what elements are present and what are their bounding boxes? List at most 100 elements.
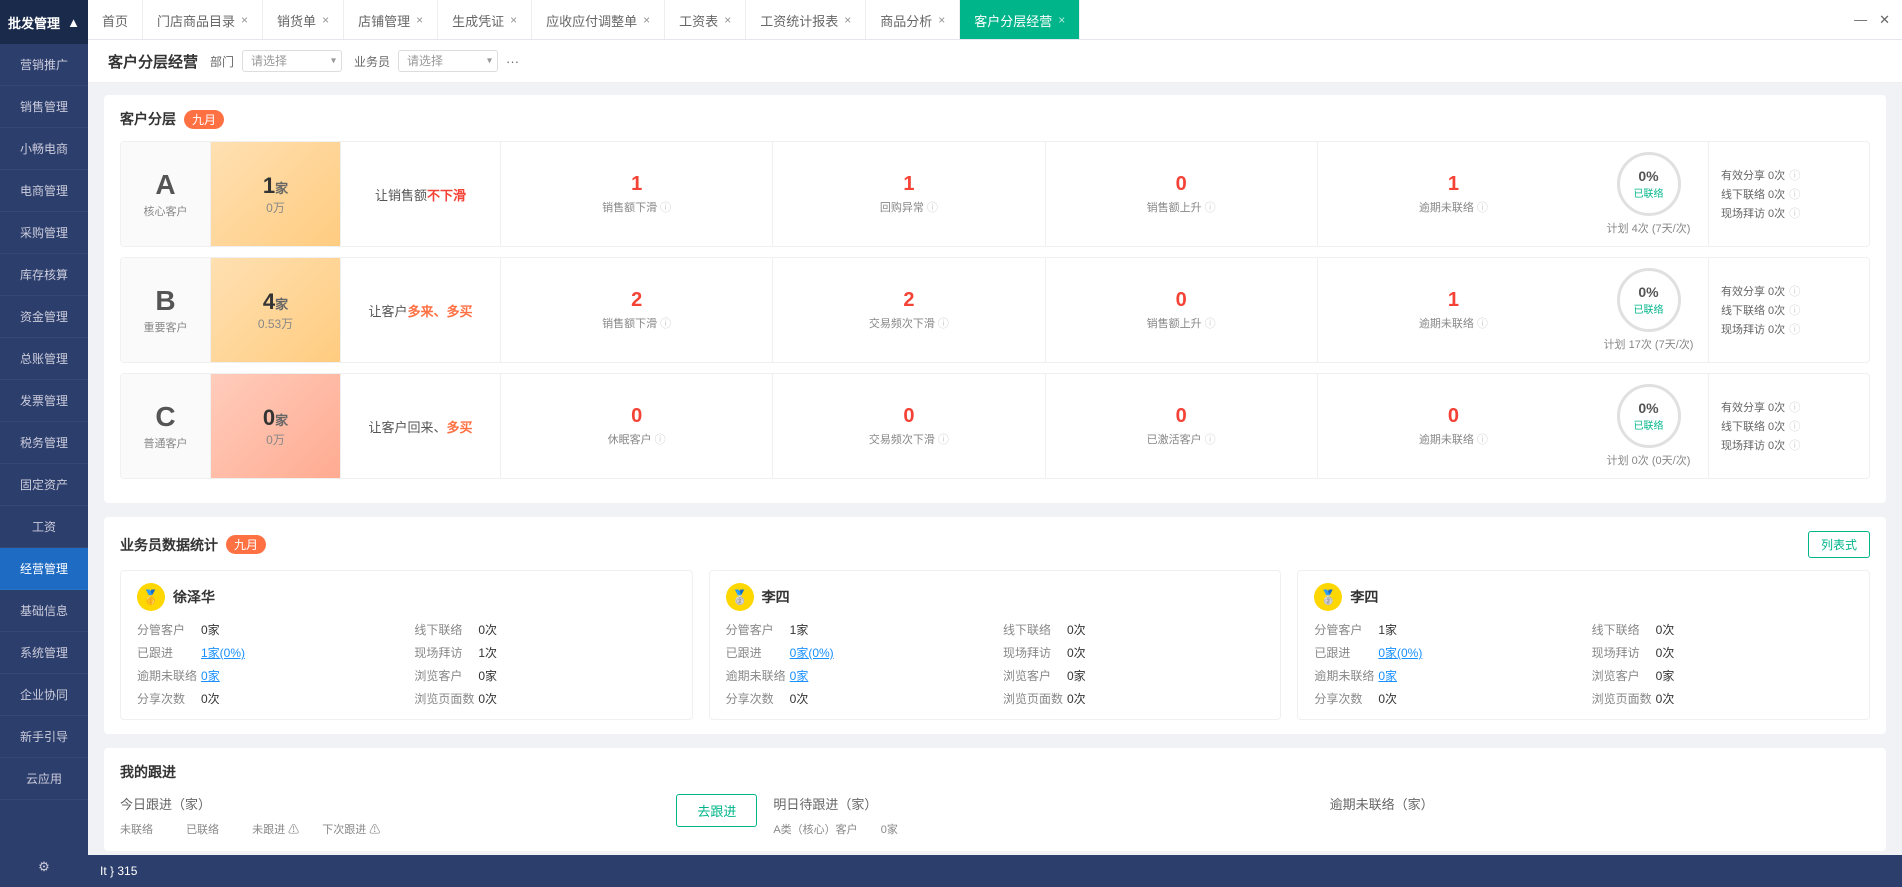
info-icon[interactable]: ⓘ	[938, 434, 949, 446]
sidebar-item-云应用[interactable]: 云应用	[0, 758, 88, 800]
staff-select[interactable]: 请选择	[398, 50, 498, 72]
tier-suggest-A: 让销售额不下滑	[341, 142, 501, 246]
contact-plan-A: 计划 4次 (7天/次)	[1607, 220, 1691, 236]
tab-首页[interactable]: 首页	[88, 0, 143, 40]
sidebar-item-系统管理[interactable]: 系统管理	[0, 632, 88, 674]
staff-stat-row: 分管客户1家	[1314, 621, 1575, 638]
info-icon[interactable]: ⓘ	[1789, 418, 1800, 434]
info-icon[interactable]: ⓘ	[938, 318, 949, 330]
sidebar-item-总账管理[interactable]: 总账管理	[0, 338, 88, 380]
tab-工资表[interactable]: 工资表×	[665, 0, 746, 40]
tab-应收应付调整单[interactable]: 应收应付调整单×	[532, 0, 665, 40]
staff-stat-row: 分享次数0次	[726, 690, 987, 707]
info-icon[interactable]: ⓘ	[1789, 205, 1800, 221]
tab-close-工资统计报表[interactable]: ×	[844, 13, 851, 27]
info-icon[interactable]: ⓘ	[1205, 202, 1216, 214]
tab-店铺管理[interactable]: 店铺管理×	[344, 0, 438, 40]
metric-num: 1	[1448, 173, 1459, 196]
main-area: 首页门店商品目录×销货单×店铺管理×生成凭证×应收应付调整单×工资表×工资统计报…	[88, 0, 1902, 887]
info-icon[interactable]: ⓘ	[1205, 318, 1216, 330]
sidebar-item-采购管理[interactable]: 采购管理	[0, 212, 88, 254]
more-options-icon[interactable]: ···	[506, 54, 519, 69]
staff-stat-value: 0家	[478, 667, 497, 684]
info-icon[interactable]: ⓘ	[1477, 434, 1488, 446]
staff-stat-value[interactable]: 0家(0%)	[1378, 644, 1422, 661]
sidebar-item-税务管理[interactable]: 税务管理	[0, 422, 88, 464]
sidebar-item-经营管理[interactable]: 经营管理	[0, 548, 88, 590]
info-icon[interactable]: ⓘ	[1477, 202, 1488, 214]
info-icon[interactable]: ⓘ	[927, 202, 938, 214]
metric-num: 0	[1176, 173, 1187, 196]
sidebar-item-资金管理[interactable]: 资金管理	[0, 296, 88, 338]
tab-生成凭证[interactable]: 生成凭证×	[438, 0, 532, 40]
sidebar-item-工资[interactable]: 工资	[0, 506, 88, 548]
tab-close-店铺管理[interactable]: ×	[416, 13, 423, 27]
info-icon[interactable]: ⓘ	[1789, 399, 1800, 415]
tab-close-门店商品目录[interactable]: ×	[241, 13, 248, 27]
info-icon[interactable]: ⓘ	[1789, 437, 1800, 453]
info-icon[interactable]: ⓘ	[1789, 167, 1800, 183]
sidebar-item-新手引导[interactable]: 新手引导	[0, 716, 88, 758]
info-icon[interactable]: ⓘ	[1789, 321, 1800, 337]
tab-销货单[interactable]: 销货单×	[263, 0, 344, 40]
tier-metrics-B: 2销售额下滑 ⓘ2交易频次下滑 ⓘ0销售额上升 ⓘ1逾期未联络 ⓘ	[501, 258, 1589, 362]
sidebar-item-库存核算[interactable]: 库存核算	[0, 254, 88, 296]
tier-count-B: 4家0.53万	[211, 258, 341, 362]
tab-工资统计报表[interactable]: 工资统计报表×	[746, 0, 866, 40]
sidebar-item-营销推广[interactable]: 营销推广	[0, 44, 88, 86]
info-icon[interactable]: ⓘ	[1789, 283, 1800, 299]
window-close-icon[interactable]: ✕	[1879, 12, 1890, 28]
tab-客户分层经营[interactable]: 客户分层经营×	[960, 0, 1080, 40]
staff-stat-value: 1次	[478, 644, 497, 661]
staff-stats-grid-2: 分管客户1家线下联络0次已跟进0家(0%)现场拜访0次逾期未联络0家浏览客户0家…	[1314, 621, 1853, 707]
staff-stat-value[interactable]: 0家	[790, 667, 809, 684]
tier-name-B: 重要客户	[144, 319, 188, 335]
staff-stat-value[interactable]: 1家(0%)	[201, 644, 245, 661]
sidebar-item-电商管理[interactable]: 电商管理	[0, 170, 88, 212]
staff-stat-label: 浏览页面数	[1003, 690, 1063, 707]
info-icon[interactable]: ⓘ	[1789, 302, 1800, 318]
info-icon[interactable]: ⓘ	[660, 318, 671, 330]
sidebar-item-销售管理[interactable]: 销售管理	[0, 86, 88, 128]
info-icon[interactable]: ⓘ	[660, 202, 671, 214]
info-icon[interactable]: ⓘ	[655, 434, 666, 446]
sidebar-item-发票管理[interactable]: 发票管理	[0, 380, 88, 422]
sidebar-settings[interactable]: ⚙	[0, 847, 88, 887]
tab-bar-right[interactable]: — ✕	[1842, 12, 1902, 28]
metric-item: 0已激活客户 ⓘ	[1046, 374, 1318, 478]
info-icon[interactable]: ⓘ	[1205, 434, 1216, 446]
staff-stat-row: 分管客户0家	[137, 621, 398, 638]
staff-stat-label: 浏览客户	[1003, 667, 1063, 684]
sidebar-item-小畅电商[interactable]: 小畅电商	[0, 128, 88, 170]
sidebar-item-企业协同[interactable]: 企业协同	[0, 674, 88, 716]
tab-close-生成凭证[interactable]: ×	[510, 13, 517, 27]
list-view-button[interactable]: 列表式	[1808, 531, 1870, 558]
window-minimize-icon[interactable]: —	[1854, 12, 1867, 27]
dept-select[interactable]: 请选择	[242, 50, 342, 72]
metric-item: 2交易频次下滑 ⓘ	[773, 258, 1045, 362]
staff-stat-label: 逾期未联络	[726, 667, 786, 684]
sidebar-collapse-icon[interactable]: ▲	[67, 15, 80, 30]
staff-card-2: 🥈李四分管客户1家线下联络0次已跟进0家(0%)现场拜访0次逾期未联络0家浏览客…	[1297, 570, 1870, 720]
staff-stat-value: 0家	[1067, 667, 1086, 684]
tier-name-C: 普通客户	[144, 435, 188, 451]
tab-close-商品分析[interactable]: ×	[938, 13, 945, 27]
staff-stat-value[interactable]: 0家(0%)	[790, 644, 834, 661]
sidebar-item-固定资产[interactable]: 固定资产	[0, 464, 88, 506]
staff-stat-value[interactable]: 0家	[201, 667, 220, 684]
tier-letter-A: A	[155, 169, 175, 201]
sidebar-item-基础信息[interactable]: 基础信息	[0, 590, 88, 632]
info-icon[interactable]: ⓘ	[1477, 318, 1488, 330]
tab-close-工资表[interactable]: ×	[724, 13, 731, 27]
tab-close-销货单[interactable]: ×	[322, 13, 329, 27]
contact-label-A: 已联络	[1634, 185, 1664, 200]
info-icon[interactable]: ⓘ	[1789, 186, 1800, 202]
tab-close-应收应付调整单[interactable]: ×	[643, 13, 650, 27]
tab-商品分析[interactable]: 商品分析×	[866, 0, 960, 40]
staff-stat-row: 浏览页面数0次	[1003, 690, 1264, 707]
tab-门店商品目录[interactable]: 门店商品目录×	[143, 0, 263, 40]
staff-stat-value[interactable]: 0家	[1378, 667, 1397, 684]
tab-close-客户分层经营[interactable]: ×	[1058, 13, 1065, 27]
metric-num: 2	[631, 289, 642, 312]
goto-followup-button[interactable]: 去跟进	[676, 794, 757, 827]
